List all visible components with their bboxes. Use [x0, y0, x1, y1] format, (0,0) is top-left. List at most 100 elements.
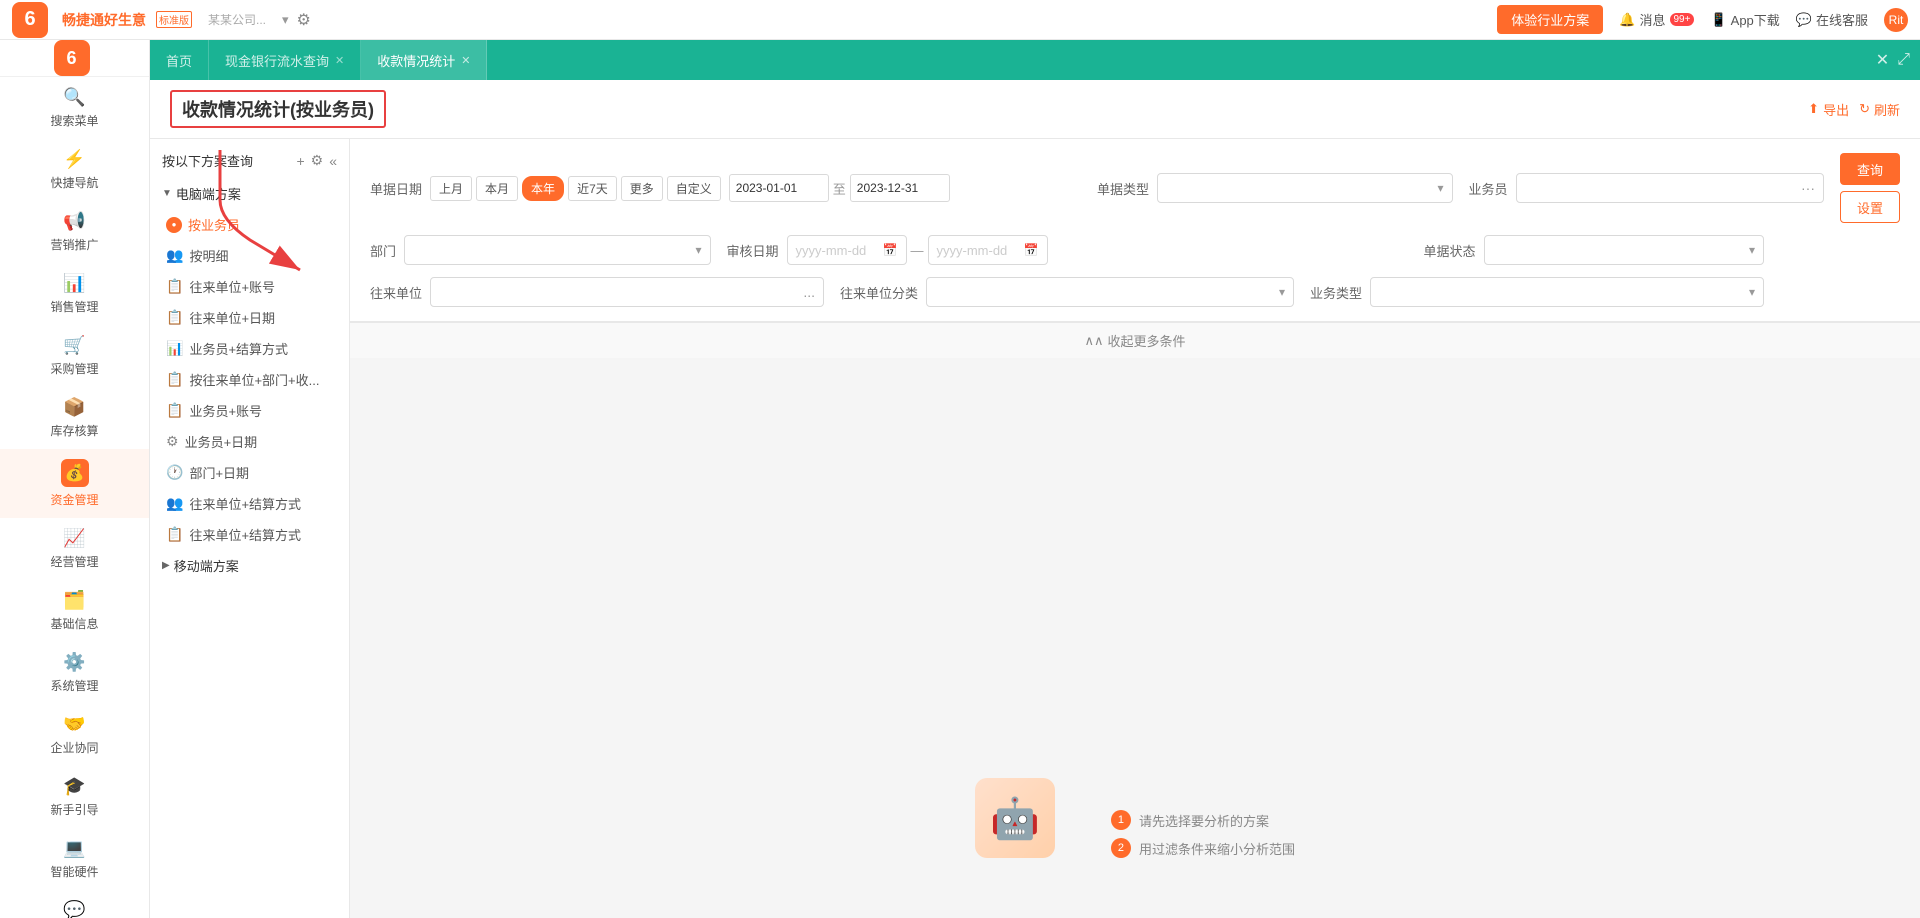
partner-date-icon: 📋 — [166, 309, 183, 326]
tree-item-label: 往来单位+日期 — [189, 308, 275, 327]
tree-item-partner-settlement2[interactable]: 📋 往来单位+结算方式 — [150, 519, 349, 550]
sidebar-item-purchase[interactable]: 🛒 采购管理 — [0, 325, 149, 387]
audit-date-from-input[interactable]: yyyy-mm-dd 📅 — [787, 235, 907, 265]
filter-counterpart-type-item: 往来单位分类 ▾ — [840, 277, 1294, 307]
tree-item-partner-date[interactable]: 📋 往来单位+日期 — [150, 302, 349, 333]
collapse-panel-icon[interactable]: « — [329, 153, 337, 169]
left-panel-title: 按以下方案查询 — [162, 151, 253, 170]
app-download-item[interactable]: 📱 App下载 — [1710, 10, 1779, 29]
audit-date-sep: — — [911, 243, 924, 258]
audit-date-to-placeholder: yyyy-mm-dd — [937, 243, 1008, 258]
date-tab-this-year[interactable]: 本年 — [522, 176, 564, 201]
tree-item-partner-account[interactable]: 📋 往来单位+账号 — [150, 271, 349, 302]
tree-item-partner-dept[interactable]: 📋 按往来单位+部门+收... — [150, 364, 349, 395]
collapse-more-btn[interactable]: ∧∧ 收起更多条件 — [350, 322, 1920, 358]
tab-bank-flow[interactable]: 现金银行流水查询 ✕ — [209, 40, 361, 80]
pc-scheme-category[interactable]: ▼ 电脑端方案 — [150, 178, 349, 209]
tab-bank-flow-close[interactable]: ✕ — [335, 54, 344, 67]
date-tab-last-month[interactable]: 上月 — [430, 176, 472, 201]
export-button[interactable]: ⬆ 导出 — [1808, 100, 1849, 119]
refresh-button[interactable]: ↻ 刷新 — [1859, 100, 1900, 119]
date-tab-more[interactable]: 更多 — [621, 176, 663, 201]
app-download-label: App下载 — [1731, 10, 1780, 29]
sidebar-logo-area[interactable]: 6 — [0, 40, 149, 77]
voucher-type-select[interactable]: ▾ — [1157, 173, 1452, 203]
voucher-status-select[interactable]: ▾ — [1484, 235, 1764, 265]
date-tab-this-month[interactable]: 本月 — [476, 176, 518, 201]
action-buttons: 查询 设置 — [1840, 153, 1900, 223]
sidebar-item-basics[interactable]: 🗂️ 基础信息 — [0, 580, 149, 642]
sidebar-item-hardware[interactable]: 💻 智能硬件 — [0, 828, 149, 890]
user-avatar[interactable]: Rit — [1884, 8, 1908, 32]
sidebar-item-shortcut[interactable]: ⚡ 快捷导航 — [0, 139, 149, 201]
online-service-item[interactable]: 💬 在线客服 — [1796, 10, 1868, 29]
tree-item-staff-date[interactable]: ⚙ 业务员+日期 — [150, 426, 349, 457]
partner-settlement2-icon: 📋 — [166, 526, 183, 543]
content-body: 按以下方案查询 + ⚙ « ▼ 电脑端方案 ● — [150, 139, 1920, 918]
edition-badge: 标准版 — [156, 11, 192, 28]
counterpart-type-select[interactable]: ▾ — [926, 277, 1294, 307]
tree-item-staff-account[interactable]: 📋 业务员+账号 — [150, 395, 349, 426]
sidebar-item-label: 搜索菜单 — [50, 112, 98, 129]
dropdown-icon[interactable]: ▾ — [282, 12, 289, 28]
counterpart-more-icon[interactable]: ... — [803, 284, 815, 300]
dept-select[interactable]: ▾ — [404, 235, 710, 265]
setting-button[interactable]: 设置 — [1840, 191, 1900, 223]
tree-item-by-staff[interactable]: ● 按业务员 — [150, 209, 349, 240]
sidebar-item-guide[interactable]: 🎓 新手引导 — [0, 766, 149, 828]
calendar-to-icon[interactable]: 📅 — [1024, 243, 1039, 257]
counterpart-input[interactable]: ... — [430, 277, 824, 307]
filter-dept-item: 部门 ▾ — [370, 235, 711, 265]
sidebar-item-sales[interactable]: 📊 销售管理 — [0, 263, 149, 325]
marketing-icon: 📢 — [63, 211, 85, 232]
date-to-input[interactable]: 2023-12-31 — [850, 174, 950, 202]
tab-maximize-icon[interactable]: ⤢ — [1897, 51, 1910, 69]
trial-button[interactable]: 体验行业方案 — [1497, 5, 1603, 34]
audit-date-to-input[interactable]: yyyy-mm-dd 📅 — [928, 235, 1048, 265]
filter-audit-date-item: 审核日期 yyyy-mm-dd 📅 — yyyy-mm-dd — [727, 235, 1408, 265]
tree-item-detail[interactable]: 👥 按明细 — [150, 240, 349, 271]
tree-item-label: 业务员+结算方式 — [189, 339, 288, 358]
sidebar-item-wechat[interactable]: 💬 企业微信 — [0, 890, 149, 918]
gear-scheme-icon[interactable]: ⚙ — [311, 152, 324, 169]
date-tab-custom[interactable]: 自定义 — [667, 176, 721, 201]
tab-receipt-stats[interactable]: 收款情况统计 ✕ — [361, 40, 487, 80]
sidebar-item-operations[interactable]: 📈 经营管理 — [0, 518, 149, 580]
notification-item[interactable]: 🔔 消息 99+ — [1619, 10, 1694, 29]
tree-item-staff-settlement[interactable]: 📊 业务员+结算方式 — [150, 333, 349, 364]
tab-home[interactable]: 首页 — [150, 40, 209, 80]
staff-more-icon[interactable]: ··· — [1801, 180, 1815, 196]
sidebar-item-collab[interactable]: 🤝 企业协同 — [0, 704, 149, 766]
sidebar-item-finance[interactable]: 💰 资金管理 — [0, 449, 149, 518]
tree-item-label: 往来单位+结算方式 — [189, 525, 301, 544]
mobile-scheme-category[interactable]: ▶ 移动端方案 — [150, 550, 349, 581]
staff-select[interactable]: ··· — [1516, 173, 1824, 203]
sidebar-item-label: 销售管理 — [50, 298, 98, 315]
add-scheme-icon[interactable]: + — [296, 153, 304, 169]
tab-receipt-stats-close[interactable]: ✕ — [461, 54, 470, 67]
sidebar-item-marketing[interactable]: 📢 营销推广 — [0, 201, 149, 263]
tab-close-all-icon[interactable]: ✕ — [1876, 50, 1889, 70]
business-type-select[interactable]: ▾ — [1370, 277, 1764, 307]
calendar-from-icon[interactable]: 📅 — [883, 243, 898, 257]
detail-icon: 👥 — [166, 247, 183, 264]
notification-count: 99+ — [1670, 13, 1695, 26]
settings-icon[interactable]: ⚙ — [297, 10, 311, 30]
date-tab-7days[interactable]: 近7天 — [568, 176, 617, 201]
filter-voucher-status-item: 单据状态 ▾ — [1424, 235, 1765, 265]
audit-date-from-placeholder: yyyy-mm-dd — [796, 243, 867, 258]
sidebar-item-system[interactable]: ⚙️ 系统管理 — [0, 642, 149, 704]
sidebar: 6 🔍 搜索菜单 ⚡ 快捷导航 📢 营销推广 📊 销售管理 🛒 采购管理 📦 库… — [0, 40, 150, 918]
tree-item-dept-date[interactable]: 🕐 部门+日期 — [150, 457, 349, 488]
tree-item-partner-settlement1[interactable]: 👥 往来单位+结算方式 — [150, 488, 349, 519]
staff-label: 业务员 — [1469, 179, 1508, 198]
query-button[interactable]: 查询 — [1840, 153, 1900, 185]
sidebar-item-search[interactable]: 🔍 搜索菜单 — [0, 77, 149, 139]
staff-settlement-icon: 📊 — [166, 340, 183, 357]
sidebar-item-inventory[interactable]: 📦 库存核算 — [0, 387, 149, 449]
filter-staff-item: 业务员 ··· — [1469, 173, 1825, 203]
dept-arrow: ▾ — [695, 243, 701, 257]
layout: 6 🔍 搜索菜单 ⚡ 快捷导航 📢 营销推广 📊 销售管理 🛒 采购管理 📦 库… — [0, 0, 1920, 918]
tab-bar: 首页 现金银行流水查询 ✕ 收款情况统计 ✕ ✕ ⤢ — [150, 40, 1920, 80]
date-from-input[interactable]: 2023-01-01 — [729, 174, 829, 202]
